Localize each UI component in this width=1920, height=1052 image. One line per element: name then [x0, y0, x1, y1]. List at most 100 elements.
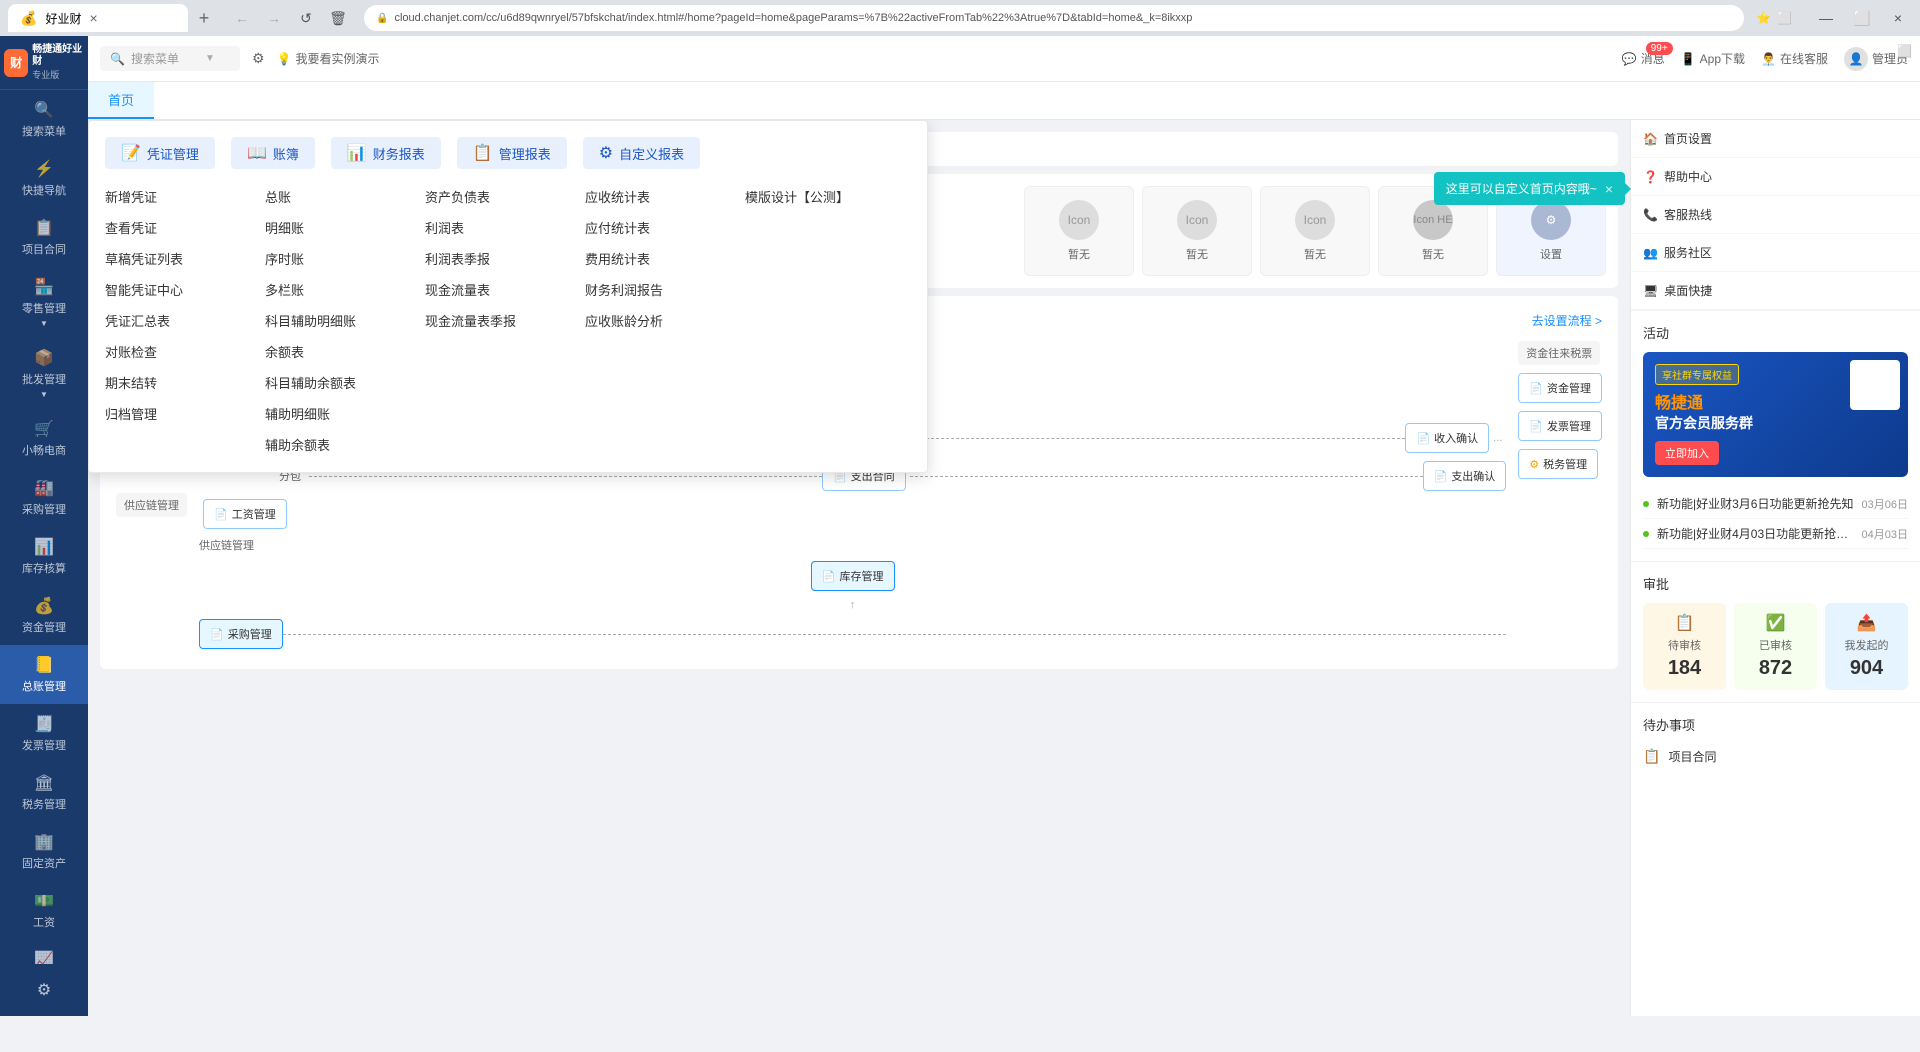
menu-item-payable[interactable]: 应付统计表 [585, 216, 705, 239]
sidebar-item-ecommerce[interactable]: 🛒 小畅电商 [0, 409, 88, 468]
menu-item-income-stmt[interactable]: 利润表 [425, 216, 545, 239]
income-confirm-node[interactable]: 📄 收入确认 [1405, 423, 1489, 453]
sidebar-settings-button[interactable]: ⚙ [33, 972, 55, 1008]
extension-icon[interactable]: ⬜ [1777, 11, 1792, 25]
sidebar-item-wholesale[interactable]: 📦 批发管理 ▼ [0, 338, 88, 409]
category-mgmt-report[interactable]: 📋 管理报表 [457, 137, 567, 169]
menu-item-smart-voucher[interactable]: 智能凭证中心 [105, 278, 225, 301]
menu-item-subject-balance[interactable]: 科目辅助余额表 [265, 371, 385, 394]
news-item-1[interactable]: 新功能|好业财3月6日功能更新抢先知 03月06日 [1643, 489, 1908, 519]
menu-item-voucher-summary[interactable]: 凭证汇总表 [105, 309, 225, 332]
news-item-2[interactable]: 新功能|好业财4月03日功能更新抢先知 04月03日 [1643, 519, 1908, 549]
category-financial-report[interactable]: 📊 财务报表 [331, 137, 441, 169]
menu-item-expense-stats[interactable]: 费用统计表 [585, 247, 705, 270]
category-ledger[interactable]: 📖 账簿 [231, 137, 315, 169]
sidebar-item-operations[interactable]: 📈 经营管理 [0, 940, 88, 964]
payroll-node[interactable]: 📄 工资管理 [203, 499, 287, 529]
menu-item-profit-report[interactable]: 财务利润报告 [585, 278, 705, 301]
done-approval-card[interactable]: ✅ 已审核 872 [1734, 603, 1817, 690]
menu-item-sequence-ledger[interactable]: 序时账 [265, 247, 385, 270]
menu-item-receivable[interactable]: 应收统计表 [585, 185, 705, 208]
sidebar-item-payroll[interactable]: 💵 工资 [0, 881, 88, 940]
browser-tab[interactable]: 💰 好业财 × [8, 4, 188, 32]
activity-banner[interactable]: 享社群专属权益 畅捷通 官方会员服务群 立即加入 [1643, 352, 1908, 477]
tooltip-close-icon[interactable]: × [1605, 181, 1613, 197]
settings-gear-button[interactable]: ⚙ [252, 50, 265, 67]
menu-item-balance-table[interactable]: 余额表 [265, 340, 385, 363]
sidebar-item-general-ledger[interactable]: 📒 总账管理 [0, 645, 88, 704]
menu-item-detailed-ledger[interactable]: 明细账 [265, 216, 385, 239]
inventory-node[interactable]: 📄 库存管理 [811, 561, 895, 591]
expense-confirm-node[interactable]: 📄 支出确认 [1423, 461, 1507, 491]
forward-button[interactable]: → [260, 4, 288, 32]
online-service-button[interactable]: 👨‍💼 在线客服 [1761, 50, 1828, 67]
app-download-button[interactable]: 📱 App下载 [1681, 50, 1745, 67]
menu-item-period-transfer[interactable]: 期末结转 [105, 371, 225, 394]
close-window-btn[interactable]: × [1884, 4, 1912, 32]
restore-btn[interactable]: ⬜ [1848, 4, 1876, 32]
tab-home[interactable]: 首页 [88, 82, 154, 119]
menu-item-multi-column[interactable]: 多栏账 [265, 278, 385, 301]
sidebar-item-inventory[interactable]: 📊 库存核算 [0, 527, 88, 586]
sidebar-item-purchase[interactable]: 🏭 采购管理 [0, 468, 88, 527]
purchase-node[interactable]: 📄 采购管理 [199, 619, 283, 649]
sent-approval-card[interactable]: 📤 我发起的 904 [1825, 603, 1908, 690]
menu-item-income-quarterly[interactable]: 利润表季报 [425, 247, 545, 270]
menu-item-aux-balance[interactable]: 辅助余额表 [265, 433, 385, 456]
header-search[interactable]: 🔍 搜索菜单 ▼ [100, 46, 240, 71]
menu-item-archive[interactable]: 归档管理 [105, 402, 225, 425]
sidebar-item-retail[interactable]: 🏪 零售管理 ▼ [0, 267, 88, 338]
refresh-button[interactable]: ↺ [292, 4, 320, 32]
menu-item-view-voucher[interactable]: 查看凭证 [105, 216, 225, 239]
pending-approval-card[interactable]: 📋 待审核 184 [1643, 603, 1726, 690]
menu-item-template-design[interactable]: 模版设计【公测】 [745, 185, 865, 208]
sidebar-item-quick-nav[interactable]: ⚡ 快捷导航 [0, 149, 88, 208]
help-center-button[interactable]: ❓ 帮助中心 [1631, 158, 1920, 196]
sidebar-item-invoice[interactable]: 🧾 发票管理 [0, 704, 88, 763]
community-button[interactable]: 👥 服务社区 [1631, 234, 1920, 272]
invoice-node[interactable]: 📄 发票管理 [1518, 411, 1602, 441]
category-custom-report[interactable]: ⚙ 自定义报表 [583, 137, 700, 169]
delete-button[interactable]: 🗑 [324, 4, 352, 32]
menu-item-aux-detail[interactable]: 辅助明细账 [265, 402, 385, 425]
sidebar-item-fund[interactable]: 💰 资金管理 [0, 586, 88, 645]
new-tab-button[interactable]: + [192, 6, 216, 30]
menu-item-draft-voucher[interactable]: 草稿凭证列表 [105, 247, 225, 270]
menu-item-subject-detail[interactable]: 科目辅助明细账 [265, 309, 385, 332]
demo-button[interactable]: 💡 我要看实例演示 [277, 50, 380, 67]
sidebar-item-project-contract[interactable]: 📋 项目合同 [0, 208, 88, 267]
chevron-down-icon: ▼ [205, 53, 215, 64]
banner-join-button[interactable]: 立即加入 [1655, 441, 1719, 465]
homepage-settings-button[interactable]: 🏠 首页设置 [1631, 120, 1920, 158]
hotline-button[interactable]: 📞 客服热线 [1631, 196, 1920, 234]
setup-flow-link[interactable]: 去设置流程 > [1532, 312, 1602, 329]
sidebar-item-tax[interactable]: 🏛 税务管理 [0, 763, 88, 822]
menu-item-aging-analysis[interactable]: 应收账龄分析 [585, 309, 705, 332]
message-button[interactable]: 💬 消息 99+ [1622, 50, 1665, 67]
address-bar[interactable]: 🔒 cloud.chanjet.com/cc/u6d89qwnryel/57bf… [364, 5, 1744, 31]
menu-item-cashflow[interactable]: 现金流量表 [425, 278, 545, 301]
bookmark-icon[interactable]: ⭐ [1756, 11, 1771, 25]
icon-box-3[interactable]: Icon 暂无 [1260, 186, 1370, 276]
menu-item-general-ledger[interactable]: 总账 [265, 185, 385, 208]
customize-tooltip: 这里可以自定义首页内容哦~ × [1434, 172, 1625, 205]
sidebar-item-search[interactable]: 🔍 搜索菜单 [0, 90, 88, 149]
tax-node[interactable]: ⚙ 税务管理 [1518, 449, 1598, 479]
menu-item-reconcile[interactable]: 对账检查 [105, 340, 225, 363]
sidebar-item-fixed-assets[interactable]: 🏢 固定资产 [0, 822, 88, 881]
news-date-2: 04月03日 [1862, 526, 1908, 542]
expand-icon[interactable]: ⬜ [1897, 44, 1912, 58]
menu-item-add-voucher[interactable]: 新增凭证 [105, 185, 225, 208]
menu-item-cashflow-quarterly[interactable]: 现金流量表季报 [425, 309, 545, 332]
menu-item-balance-sheet[interactable]: 资产负债表 [425, 185, 545, 208]
minimize-btn[interactable]: — [1812, 4, 1840, 32]
icon-box-1[interactable]: Icon 暂无 [1024, 186, 1134, 276]
banner-main-text: 畅捷通 [1655, 389, 1753, 413]
fund-node[interactable]: 📄 资金管理 [1518, 373, 1602, 403]
todo-item-project[interactable]: 📋 项目合同 [1643, 744, 1908, 769]
desktop-shortcut-button[interactable]: 🖥 桌面快捷 [1631, 272, 1920, 310]
icon-box-2[interactable]: Icon 暂无 [1142, 186, 1252, 276]
tab-close-icon[interactable]: × [89, 10, 97, 26]
back-button[interactable]: ← [228, 4, 256, 32]
category-voucher[interactable]: 📝 凭证管理 [105, 137, 215, 169]
